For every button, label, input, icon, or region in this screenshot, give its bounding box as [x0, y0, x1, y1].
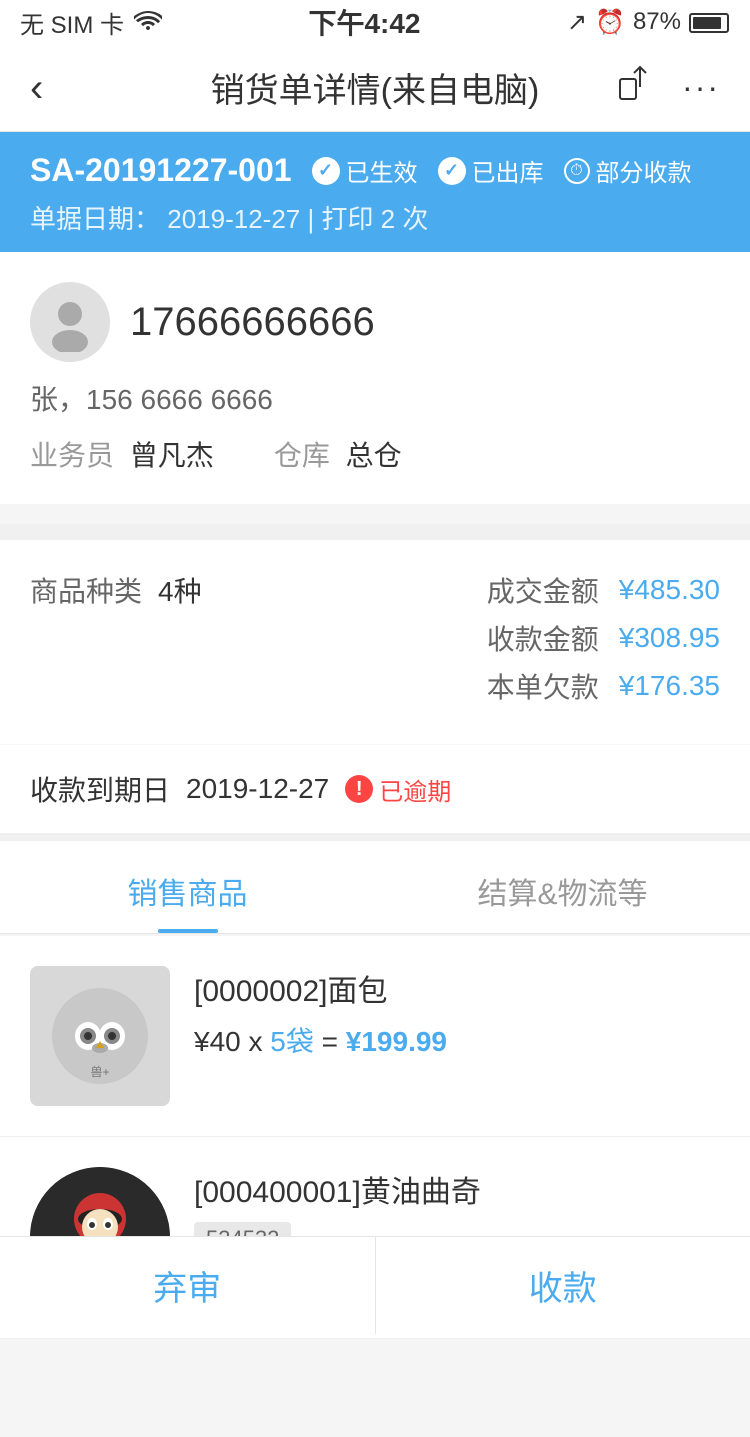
stats-section: 商品种类 4种 成交金额 ¥485.30 收款金额 ¥308.95 本单欠款 ¥… — [0, 540, 750, 744]
product-price-1: ¥40 x 5袋 = ¥199.99 — [194, 1020, 720, 1060]
check-icon-2: ✓ — [438, 157, 466, 185]
customer-section: 17666666666 张，156 6666 6666 业务员 曾凡杰 仓库 总… — [0, 252, 750, 504]
battery-icon — [689, 8, 730, 36]
avatar — [30, 282, 110, 362]
cancel-label: 弃审 — [153, 1261, 221, 1310]
transaction-amount-row: 成交金额 ¥485.30 — [375, 570, 720, 610]
order-id: SA-20191227-001 — [30, 152, 292, 189]
product-name-1: [0000002]面包 — [194, 966, 720, 1010]
share-icon[interactable] — [616, 65, 652, 110]
bottom-bar: 弃审 收款 — [0, 1236, 750, 1334]
carrier-text: 无 SIM 卡 — [20, 5, 124, 40]
sales-person-label: 业务员 — [30, 440, 114, 471]
warehouse-value: 总仓 — [346, 440, 402, 471]
product-info-1: [0000002]面包 ¥40 x 5袋 = ¥199.99 — [194, 966, 720, 1060]
payment-due-label: 收款到期日 — [30, 769, 170, 809]
status-time: 下午4:42 — [308, 2, 420, 42]
overdue-icon: ! — [345, 775, 373, 803]
tab-settlement-label: 结算&物流等 — [477, 878, 647, 911]
tab-settlement[interactable]: 结算&物流等 — [375, 841, 750, 933]
product-qty-1: 5袋 — [270, 1026, 314, 1057]
received-amount-row: 收款金额 ¥308.95 — [375, 618, 720, 658]
stats-right: 成交金额 ¥485.30 收款金额 ¥308.95 本单欠款 ¥176.35 — [375, 570, 720, 714]
order-date-value: 2019-12-27 — [167, 204, 300, 234]
badge-effective: ✓ 已生效 — [312, 153, 418, 188]
stats-left: 商品种类 4种 — [30, 570, 375, 714]
print-info: | 打印 2 次 — [307, 204, 428, 234]
customer-meta: 业务员 曾凡杰 仓库 总仓 — [30, 434, 720, 474]
page-title: 销货单详情(来自电脑) — [211, 63, 540, 112]
received-amount-label: 收款金额 — [487, 618, 599, 658]
badge-shipped-label: 已出库 — [472, 153, 544, 188]
product-type-row: 商品种类 4种 — [30, 570, 375, 610]
overdue-badge: ! 已逾期 — [345, 772, 451, 807]
confirm-label: 收款 — [529, 1261, 597, 1310]
order-header: SA-20191227-001 ✓ 已生效 ✓ 已出库 ⏱ 部分收款 单据日期：… — [0, 132, 750, 252]
back-button[interactable]: ‹ — [30, 68, 43, 108]
table-row: 兽+ [0000002]面包 ¥40 x 5袋 = ¥199.99 — [0, 936, 750, 1137]
overdue-text: 已逾期 — [379, 772, 451, 807]
sales-person-info: 业务员 曾凡杰 — [30, 434, 214, 474]
more-options-icon[interactable]: ··· — [682, 69, 720, 106]
confirm-button[interactable]: 收款 — [376, 1237, 750, 1334]
check-icon-1: ✓ — [312, 157, 340, 185]
order-date: 单据日期： 2019-12-27 | 打印 2 次 — [30, 199, 720, 236]
status-right: ↗ ⏰ 87% — [567, 8, 730, 37]
nav-right-icons: ··· — [616, 65, 720, 110]
clock-icon: ⏱ — [564, 158, 590, 184]
badge-shipped: ✓ 已出库 — [438, 153, 544, 188]
alarm-icon: ⏰ — [595, 8, 625, 37]
warehouse-label: 仓库 — [274, 440, 330, 471]
battery-text: 87% — [633, 8, 681, 36]
svg-text:兽+: 兽+ — [90, 1065, 109, 1079]
location-icon: ↗ — [567, 8, 587, 37]
badge-partial-label: 部分收款 — [596, 153, 692, 188]
product-thumbnail-1: 兽+ — [30, 966, 170, 1106]
wifi-icon — [134, 8, 162, 37]
order-header-top: SA-20191227-001 ✓ 已生效 ✓ 已出库 ⏱ 部分收款 — [30, 152, 720, 189]
tab-sales-label: 销售商品 — [128, 878, 248, 911]
product-type-label: 商品种类 — [30, 570, 142, 610]
status-bar: 无 SIM 卡 下午4:42 ↗ ⏰ 87% — [0, 0, 750, 44]
product-total-1: ¥199.99 — [346, 1026, 447, 1057]
product-unit-price-1: ¥40 — [194, 1026, 241, 1057]
owe-amount-label: 本单欠款 — [487, 666, 599, 706]
nav-bar: ‹ 销货单详情(来自电脑) ··· — [0, 44, 750, 132]
transaction-amount-label: 成交金额 — [487, 570, 599, 610]
cancel-button[interactable]: 弃审 — [0, 1237, 376, 1334]
sales-person-value: 曾凡杰 — [130, 440, 214, 471]
product-name-2: [000400001]黄油曲奇 — [194, 1167, 720, 1211]
customer-top: 17666666666 — [30, 282, 720, 362]
owe-amount-value: ¥176.35 — [619, 670, 720, 702]
date-label: 单据日期： — [30, 204, 160, 234]
status-left: 无 SIM 卡 — [20, 5, 162, 40]
product-type-count: 4种 — [158, 570, 202, 610]
payment-due-date: 2019-12-27 — [186, 773, 329, 805]
payment-due-section: 收款到期日 2019-12-27 ! 已逾期 — [0, 745, 750, 841]
tab-sales-products[interactable]: 销售商品 — [0, 841, 375, 933]
warehouse-info: 仓库 总仓 — [274, 434, 402, 474]
received-amount-value: ¥308.95 — [619, 622, 720, 654]
divider-1 — [0, 524, 750, 540]
badge-partial-payment: ⏱ 部分收款 — [564, 153, 692, 188]
customer-name-phone: 张，156 6666 6666 — [30, 378, 720, 418]
owe-amount-row: 本单欠款 ¥176.35 — [375, 666, 720, 706]
badge-effective-label: 已生效 — [346, 153, 418, 188]
transaction-amount-value: ¥485.30 — [619, 574, 720, 606]
customer-phone: 17666666666 — [130, 300, 375, 345]
tabs-section: 销售商品 结算&物流等 — [0, 841, 750, 934]
